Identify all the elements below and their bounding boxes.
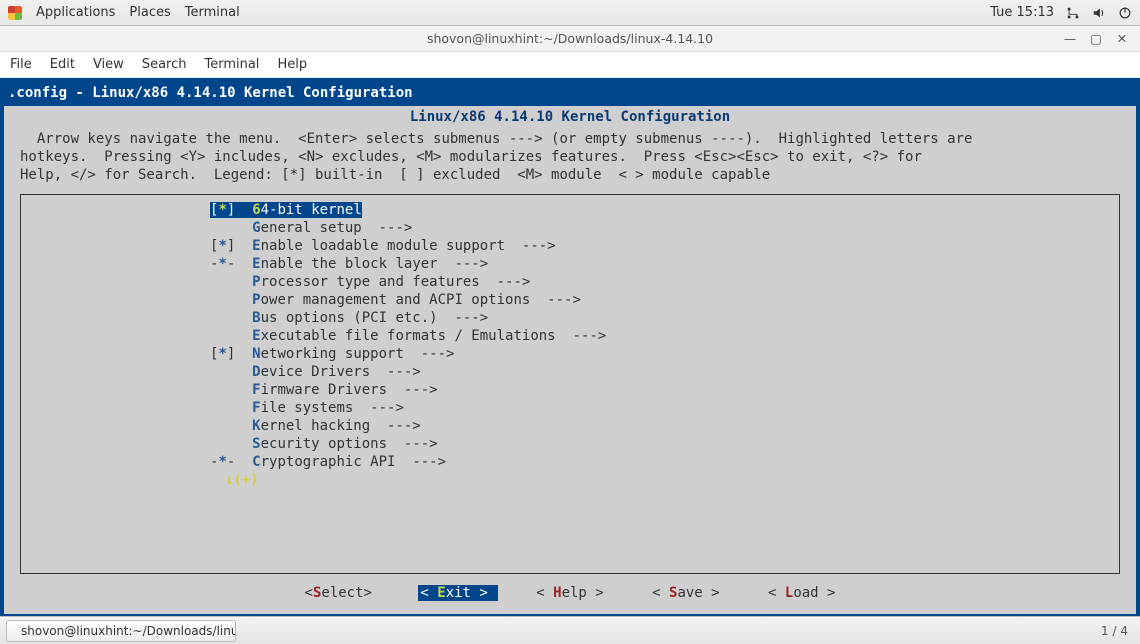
terminal-window: shovon@linuxhint:~/Downloads/linux-4.14.…: [0, 26, 1140, 616]
menu-search[interactable]: Search: [142, 57, 187, 72]
terminal-menu[interactable]: Terminal: [185, 5, 240, 20]
help-button[interactable]: < Help >: [534, 585, 614, 601]
menuconfig-help: Arrow keys navigate the menu. <Enter> se…: [6, 126, 1134, 190]
config-path-line: .config - Linux/x86 4.14.10 Kernel Confi…: [4, 82, 1136, 104]
power-icon[interactable]: [1118, 6, 1132, 20]
menu-item[interactable]: Processor type and features --->: [25, 273, 1115, 291]
menu-view[interactable]: View: [93, 57, 124, 72]
save-button[interactable]: < Save >: [650, 585, 730, 601]
menuconfig-title: Linux/x86 4.14.10 Kernel Configuration: [6, 108, 1134, 126]
menuconfig-buttons: <Select> < Exit > < Help > < Save > < Lo…: [6, 578, 1134, 612]
menu-item[interactable]: -*- Enable the block layer --->: [25, 255, 1115, 273]
menu-item[interactable]: General setup --->: [25, 219, 1115, 237]
terminal-viewport[interactable]: .config - Linux/x86 4.14.10 Kernel Confi…: [0, 78, 1140, 616]
menu-item[interactable]: Security options --->: [25, 435, 1115, 453]
menu-item[interactable]: Device Drivers --->: [25, 363, 1115, 381]
clock[interactable]: Tue 15:13: [990, 5, 1054, 20]
menu-item[interactable]: Executable file formats / Emulations ---…: [25, 327, 1115, 345]
terminal-menubar: File Edit View Search Terminal Help: [0, 52, 1140, 78]
menu-item[interactable]: -*- Cryptographic API --->: [25, 453, 1115, 471]
menu-item[interactable]: Bus options (PCI etc.) --->: [25, 309, 1115, 327]
titlebar: shovon@linuxhint:~/Downloads/linux-4.14.…: [0, 26, 1140, 52]
taskbar-entry-label: shovon@linuxhint:~/Downloads/linu...: [21, 624, 236, 638]
menu-file[interactable]: File: [10, 57, 32, 72]
network-icon[interactable]: [1066, 6, 1080, 20]
gnome-top-panel: Applications Places Terminal Tue 15:13: [0, 0, 1140, 26]
applications-menu[interactable]: Applications: [36, 5, 115, 20]
menu-item[interactable]: [*] 64-bit kernel: [25, 201, 1115, 219]
exit-button[interactable]: < Exit >: [418, 585, 498, 601]
load-button[interactable]: < Load >: [766, 585, 837, 601]
menu-item[interactable]: [*] Enable loadable module support --->: [25, 237, 1115, 255]
volume-icon[interactable]: [1092, 6, 1106, 20]
distro-logo-icon: [8, 6, 22, 20]
select-button[interactable]: <Select>: [303, 585, 383, 601]
menu-item[interactable]: File systems --->: [25, 399, 1115, 417]
workspace-indicator[interactable]: 1 / 4: [1101, 624, 1134, 638]
bottom-taskbar: shovon@linuxhint:~/Downloads/linu... 1 /…: [0, 616, 1140, 644]
taskbar-entry[interactable]: shovon@linuxhint:~/Downloads/linu...: [6, 620, 236, 642]
maximize-button[interactable]: ▢: [1090, 33, 1102, 45]
minimize-button[interactable]: —: [1064, 33, 1076, 45]
menu-item[interactable]: Firmware Drivers --->: [25, 381, 1115, 399]
menu-item[interactable]: Power management and ACPI options --->: [25, 291, 1115, 309]
menu-item[interactable]: [*] Networking support --->: [25, 345, 1115, 363]
menu-item[interactable]: Kernel hacking --->: [25, 417, 1115, 435]
places-menu[interactable]: Places: [129, 5, 170, 20]
menu-terminal[interactable]: Terminal: [204, 57, 259, 72]
menuconfig-menu[interactable]: [*] 64-bit kernel General setup ---> [*]…: [20, 194, 1120, 574]
menu-help[interactable]: Help: [277, 57, 307, 72]
close-button[interactable]: ✕: [1116, 33, 1128, 45]
window-title: shovon@linuxhint:~/Downloads/linux-4.14.…: [427, 31, 713, 46]
more-indicator: ↓(+): [25, 471, 1115, 489]
menuconfig-frame: Linux/x86 4.14.10 Kernel Configuration A…: [4, 106, 1136, 614]
menu-edit[interactable]: Edit: [50, 57, 75, 72]
